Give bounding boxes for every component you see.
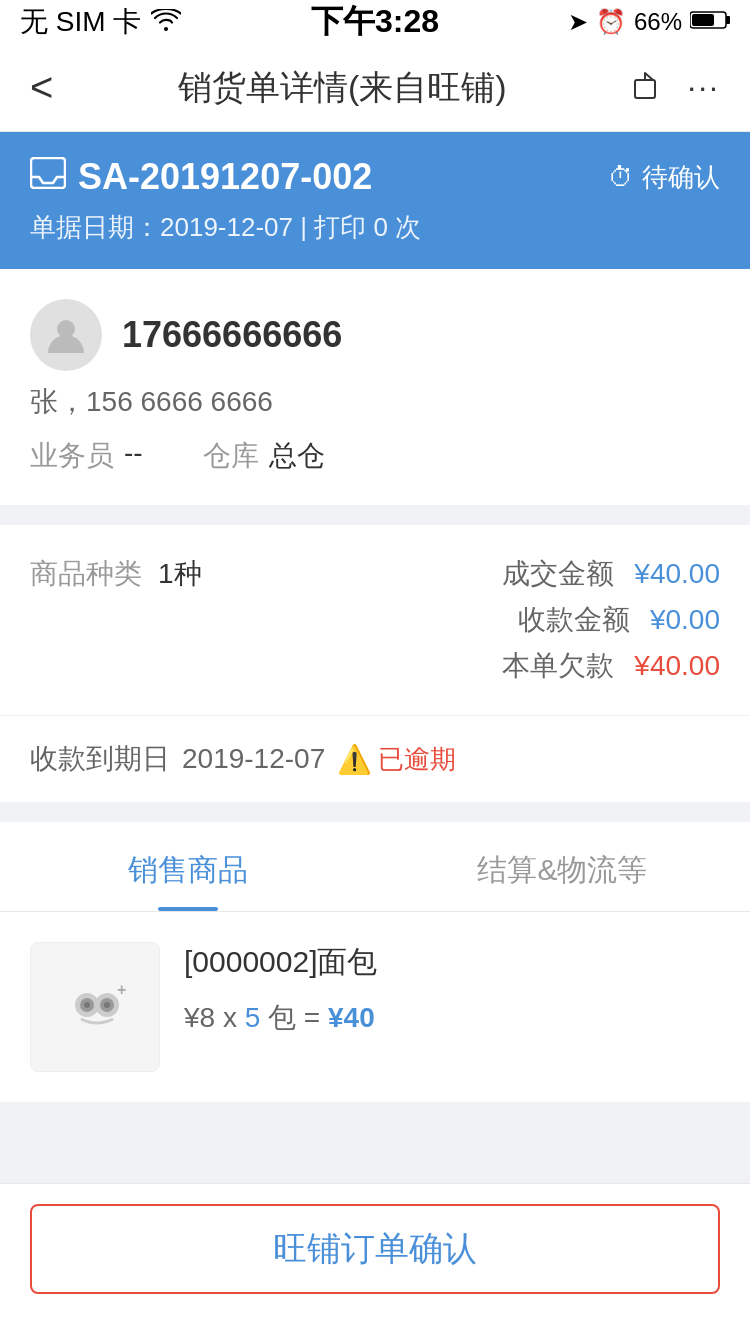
tab-sales-products[interactable]: 销售商品	[0, 822, 375, 911]
order-header: SA-20191207-002 ⏱ 待确认 单据日期：2019-12-07 | …	[0, 132, 750, 269]
svg-rect-1	[726, 16, 730, 24]
salesperson-item: 业务员 --	[30, 437, 143, 475]
alarm-icon: ⏰	[596, 8, 626, 36]
salesperson-label: 业务员	[30, 437, 114, 475]
carrier-text: 无 SIM 卡	[20, 3, 141, 41]
page-title: 销货单详情(来自旺铺)	[178, 65, 507, 111]
customer-phone: 17666666666	[122, 314, 342, 356]
due-date-value: 2019-12-07	[182, 743, 325, 775]
total-price: ¥40	[328, 1002, 375, 1033]
due-date-section: 收款到期日 2019-12-07 ⚠️ 已逾期	[0, 715, 750, 802]
battery-text: 66%	[634, 8, 682, 36]
nav-right[interactable]: ···	[631, 68, 720, 108]
warning-icon: ⚠️	[337, 743, 372, 776]
clock-icon: ⏱	[608, 162, 634, 193]
warehouse-label: 仓库	[203, 437, 259, 475]
product-price: ¥8 x 5 包 = ¥40	[184, 999, 720, 1037]
order-status-text: 待确认	[642, 160, 720, 195]
overdue-badge: ⚠️ 已逾期	[337, 742, 456, 777]
customer-row: 17666666666	[30, 299, 720, 371]
status-right: ➤ ⏰ 66%	[568, 8, 730, 36]
svg-point-10	[84, 1002, 90, 1008]
status-left: 无 SIM 卡	[20, 3, 181, 41]
product-types-value: 1种	[158, 555, 202, 593]
wifi-icon	[151, 6, 181, 38]
bottom-bar: 旺铺订单确认	[0, 1183, 750, 1334]
due-row: 本单欠款 ¥40.00	[502, 647, 720, 685]
product-name: [0000002]面包	[184, 942, 720, 983]
product-thumbnail: +	[30, 942, 160, 1072]
order-id-text: SA-20191207-002	[78, 156, 372, 198]
due-date-label: 收款到期日	[30, 740, 170, 778]
summary-section: 商品种类 1种 成交金额 ¥40.00 收款金额 ¥0.00 本单欠款 ¥40.…	[0, 525, 750, 715]
received-label: 收款金额	[518, 601, 630, 639]
product-section: + [0000002]面包 ¥8 x 5 包 = ¥40	[0, 912, 750, 1102]
confirm-wangpu-button[interactable]: 旺铺订单确认	[30, 1204, 720, 1294]
avatar	[30, 299, 102, 371]
transaction-label: 成交金额	[502, 555, 614, 593]
svg-point-11	[104, 1002, 110, 1008]
nav-left[interactable]: <	[30, 65, 53, 110]
product-types-label: 商品种类	[30, 555, 142, 593]
order-date: 单据日期：2019-12-07 | 打印 0 次	[30, 210, 720, 245]
summary-left: 商品种类 1种	[30, 555, 202, 593]
battery-icon	[690, 8, 730, 36]
warehouse-item: 仓库 总仓	[203, 437, 325, 475]
customer-meta: 业务员 -- 仓库 总仓	[30, 437, 720, 475]
customer-section: 17666666666 张，156 6666 6666 业务员 -- 仓库 总仓	[0, 269, 750, 505]
unit-price: ¥8	[184, 1002, 215, 1033]
transaction-row: 成交金额 ¥40.00	[502, 555, 720, 593]
overdue-text: 已逾期	[378, 742, 456, 777]
transaction-value: ¥40.00	[634, 558, 720, 590]
customer-name: 张，156 6666 6666	[30, 383, 720, 421]
product-info: [0000002]面包 ¥8 x 5 包 = ¥40	[184, 942, 720, 1037]
order-id: SA-20191207-002	[30, 156, 372, 198]
share-icon[interactable]	[631, 68, 667, 108]
more-icon[interactable]: ···	[687, 69, 720, 106]
received-row: 收款金额 ¥0.00	[518, 601, 720, 639]
order-header-top: SA-20191207-002 ⏱ 待确认	[30, 156, 720, 198]
equals-sign: =	[304, 1002, 328, 1033]
multiply-sign: x	[223, 1002, 245, 1033]
inbox-icon	[30, 156, 66, 198]
product-item: + [0000002]面包 ¥8 x 5 包 = ¥40	[30, 942, 720, 1072]
tabs-row: 销售商品 结算&物流等	[0, 822, 750, 912]
order-status: ⏱ 待确认	[608, 160, 720, 195]
tab-settlement[interactable]: 结算&物流等	[375, 822, 750, 911]
svg-rect-2	[692, 14, 714, 26]
due-label: 本单欠款	[502, 647, 614, 685]
due-value: ¥40.00	[634, 650, 720, 682]
salesperson-value: --	[124, 437, 143, 475]
received-value: ¥0.00	[650, 604, 720, 636]
summary-right: 成交金额 ¥40.00 收款金额 ¥0.00 本单欠款 ¥40.00	[502, 555, 720, 685]
nav-bar: < 销货单详情(来自旺铺) ···	[0, 44, 750, 132]
back-button[interactable]: <	[30, 65, 53, 110]
svg-text:+: +	[117, 981, 126, 998]
tabs-section: 销售商品 结算&物流等 + [0000002]面包	[0, 822, 750, 1102]
status-bar: 无 SIM 卡 下午3:28 ➤ ⏰ 66%	[0, 0, 750, 44]
warehouse-value: 总仓	[269, 437, 325, 475]
status-time: 下午3:28	[311, 0, 439, 44]
quantity: 5	[245, 1002, 261, 1033]
unit: 包	[268, 1002, 296, 1033]
location-icon: ➤	[568, 8, 588, 36]
svg-rect-3	[635, 80, 655, 98]
